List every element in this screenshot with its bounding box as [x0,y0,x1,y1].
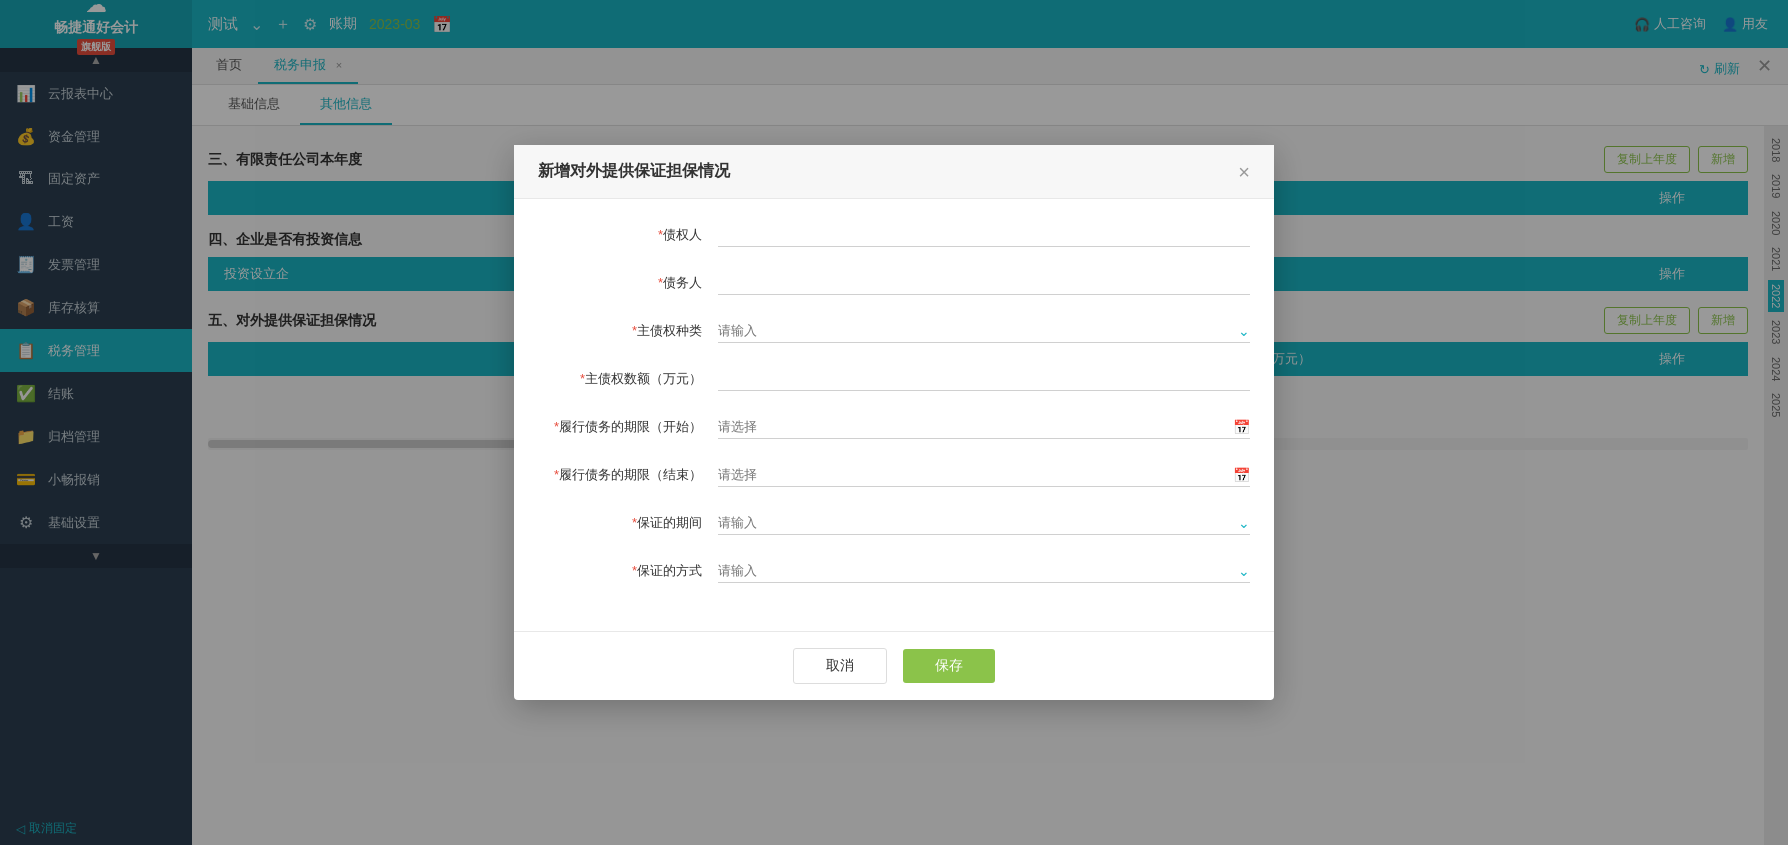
select-wrap-baozhenq-qijian: ⌄ [718,511,1250,535]
label-baozhenq-qijian: *保证的期间 [538,514,718,532]
date-input-lv-end[interactable] [718,463,1233,486]
modal-close-btn[interactable]: × [1238,162,1250,182]
label-zhuzhaiqushue: *主债权数额（万元） [538,370,718,388]
required-mark: * [554,467,559,482]
required-mark: * [632,563,637,578]
calendar-icon-lv-end[interactable]: 📅 [1233,467,1250,483]
cancel-button[interactable]: 取消 [793,648,887,684]
calendar-icon-lv-start[interactable]: 📅 [1233,419,1250,435]
modal-overlay: 新增对外提供保证担保情况 × *债权人 *债务人 *主债权种类 [0,0,1788,845]
date-wrap-lv-end: 📅 [718,463,1250,487]
label-zhaiquanren: *债权人 [538,226,718,244]
form-row-baozhenq-fangshi: *保证的方式 ⌄ [538,559,1250,583]
input-zhuzhaiqushue[interactable] [718,367,1250,391]
chevron-down-icon-qijian[interactable]: ⌄ [1238,515,1250,531]
label-lv-end: *履行债务的期限（结束） [538,466,718,484]
required-mark: * [658,275,663,290]
modal-footer: 取消 保存 [514,631,1274,700]
chevron-down-icon-fangshi[interactable]: ⌄ [1238,563,1250,579]
input-zhaiquanren[interactable] [718,223,1250,247]
input-zhaiwuren[interactable] [718,271,1250,295]
required-mark: * [632,515,637,530]
required-mark: * [554,419,559,434]
modal-header: 新增对外提供保证担保情况 × [514,145,1274,199]
select-input-zhuzhaiquleixing[interactable] [718,319,1238,342]
chevron-down-icon-zhuzhaiquleixing[interactable]: ⌄ [1238,323,1250,339]
select-input-baozhenq-qijian[interactable] [718,511,1238,534]
date-wrap-lv-start: 📅 [718,415,1250,439]
form-row-baozhenq-qijian: *保证的期间 ⌄ [538,511,1250,535]
select-wrap-baozhenq-fangshi: ⌄ [718,559,1250,583]
form-row-zhaiwuren: *债务人 [538,271,1250,295]
form-row-lv-end: *履行债务的期限（结束） 📅 [538,463,1250,487]
save-button[interactable]: 保存 [903,649,995,683]
date-input-lv-start[interactable] [718,415,1233,438]
select-wrap-zhuzhaiquleixing: ⌄ [718,319,1250,343]
label-zhaiwuren: *债务人 [538,274,718,292]
form-row-zhuzhaiquleixing: *主债权种类 ⌄ [538,319,1250,343]
label-baozhenq-fangshi: *保证的方式 [538,562,718,580]
label-lv-start: *履行债务的期限（开始） [538,418,718,436]
form-row-zhaiquanren: *债权人 [538,223,1250,247]
form-row-lv-start: *履行债务的期限（开始） 📅 [538,415,1250,439]
modal: 新增对外提供保证担保情况 × *债权人 *债务人 *主债权种类 [514,145,1274,700]
required-mark: * [632,323,637,338]
form-row-zhuzhaiqushue: *主债权数额（万元） [538,367,1250,391]
required-mark: * [658,227,663,242]
modal-body: *债权人 *债务人 *主债权种类 ⌄ [514,199,1274,631]
required-mark: * [580,371,585,386]
modal-title: 新增对外提供保证担保情况 [538,161,730,182]
select-input-baozhenq-fangshi[interactable] [718,559,1238,582]
label-zhuzhaiquleixing: *主债权种类 [538,322,718,340]
